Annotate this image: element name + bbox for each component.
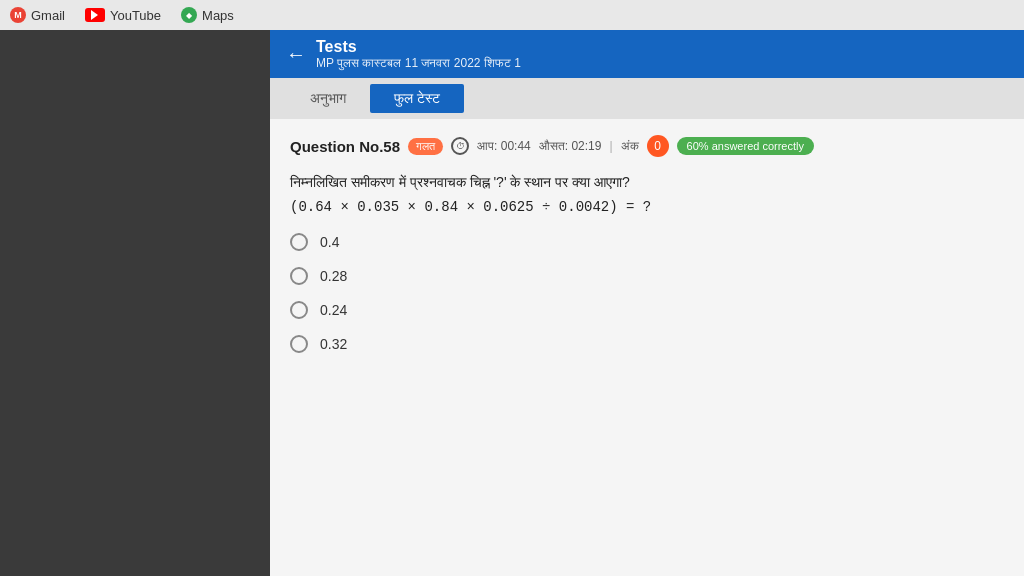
option-4-text: 0.32 — [320, 336, 347, 352]
maps-icon: ◆ — [181, 7, 197, 23]
ank-label: अंक — [621, 139, 639, 153]
option-2[interactable]: 0.28 — [290, 267, 1004, 285]
radio-3[interactable] — [290, 301, 308, 319]
header-text-block: Tests MP पुलस कास्टबल 11 जनवरा 2022 शिफट… — [316, 38, 521, 70]
divider: | — [609, 139, 612, 153]
left-bezel — [0, 30, 270, 576]
tab-full-test[interactable]: फुल टेस्ट — [370, 84, 464, 113]
status-badge: गलत — [408, 138, 443, 155]
radio-2[interactable] — [290, 267, 308, 285]
question-number: Question No.58 — [290, 138, 400, 155]
option-1-text: 0.4 — [320, 234, 339, 250]
option-1[interactable]: 0.4 — [290, 233, 1004, 251]
browser-tab-bar: M Gmail YouTube ◆ Maps — [0, 0, 1024, 30]
header-subtitle: MP पुलस कास्टबल 11 जनवरा 2022 शिफट 1 — [316, 56, 521, 70]
question-header: Question No.58 गलत ⏱ आप: 00:44 औसत: 02:1… — [290, 135, 1004, 157]
answered-badge: 60% answered correctly — [677, 137, 814, 155]
option-3-text: 0.24 — [320, 302, 347, 318]
avg-label: औसत: 02:19 — [539, 139, 602, 153]
option-2-text: 0.28 — [320, 268, 347, 284]
app-header: ← Tests MP पुलस कास्टबल 11 जनवरा 2022 शि… — [270, 30, 1024, 78]
youtube-label: YouTube — [110, 8, 161, 23]
gmail-tab[interactable]: M Gmail — [10, 7, 65, 23]
tab-anubhag[interactable]: अनुभाग — [286, 84, 370, 113]
gmail-label: Gmail — [31, 8, 65, 23]
question-area: Question No.58 गलत ⏱ आप: 00:44 औसत: 02:1… — [270, 119, 1024, 576]
back-button[interactable]: ← — [286, 43, 306, 66]
main-content: ← Tests MP पुलस कास्टबल 11 जनवरा 2022 शि… — [0, 30, 1024, 576]
radio-4[interactable] — [290, 335, 308, 353]
timer-icon: ⏱ — [451, 137, 469, 155]
gmail-icon: M — [10, 7, 26, 23]
question-text: निम्नलिखित समीकरण में प्रश्नवाचक चिह्न '… — [290, 171, 1004, 193]
option-4[interactable]: 0.32 — [290, 335, 1004, 353]
maps-tab[interactable]: ◆ Maps — [181, 7, 234, 23]
tab-navigation: अनुभाग फुल टेस्ट — [270, 78, 1024, 119]
ank-value: 0 — [647, 135, 669, 157]
app-panel: ← Tests MP पुलस कास्टबल 11 जनवरा 2022 शि… — [270, 30, 1024, 576]
header-title: Tests — [316, 38, 521, 56]
option-3[interactable]: 0.24 — [290, 301, 1004, 319]
radio-1[interactable] — [290, 233, 308, 251]
maps-label: Maps — [202, 8, 234, 23]
equation-text: (0.64 × 0.035 × 0.84 × 0.0625 ÷ 0.0042) … — [290, 199, 1004, 215]
youtube-icon — [85, 8, 105, 22]
youtube-tab[interactable]: YouTube — [85, 8, 161, 23]
time-label: आप: 00:44 — [477, 139, 531, 153]
